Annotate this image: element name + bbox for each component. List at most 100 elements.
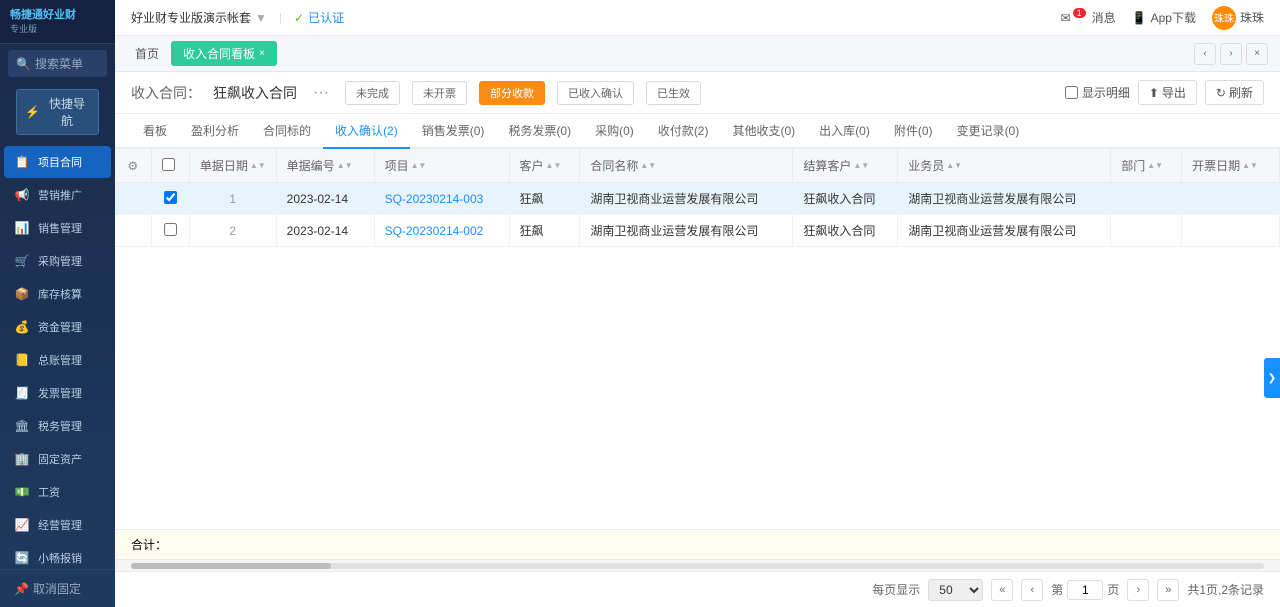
sidebar-item-payroll[interactable]: 💵 工资 — [4, 476, 111, 508]
tab-next-button[interactable]: › — [1220, 43, 1242, 65]
search-menu-button[interactable]: 🔍 搜索菜单 — [8, 50, 107, 77]
sidebar-item-funds[interactable]: 💰 资金管理 — [4, 311, 111, 343]
row2-checkbox-cell[interactable] — [151, 215, 189, 247]
first-page-button[interactable]: « — [991, 579, 1013, 601]
sidebar-item-inventory[interactable]: 📦 库存核算 — [4, 278, 111, 310]
refresh-button[interactable]: ↻ 刷新 — [1205, 80, 1264, 105]
row2-checkbox[interactable] — [164, 223, 177, 236]
invoice-date-column-header[interactable]: 开票日期 ▲▼ — [1182, 149, 1280, 183]
checkbox-column-header[interactable] — [151, 149, 189, 183]
show-detail-input[interactable] — [1065, 86, 1078, 99]
tab-close-all-button[interactable]: × — [1246, 43, 1268, 65]
message-button[interactable]: ✉ 1 消息 — [1061, 9, 1116, 26]
settlement-sort-arrows[interactable]: ▲▼ — [853, 162, 869, 170]
project-column-header[interactable]: 项目 ▲▼ — [374, 149, 509, 183]
next-page-button[interactable]: › — [1127, 579, 1149, 601]
subtab-tax-invoice[interactable]: 税务发票(0) — [496, 114, 583, 149]
home-tab[interactable]: 首页 — [127, 45, 167, 62]
subtab-purchase[interactable]: 采购(0) — [583, 114, 646, 149]
sidebar-search-area: 🔍 搜索菜单 — [0, 44, 115, 83]
unpin-button[interactable]: 📌 取消固定 — [6, 576, 109, 601]
right-sidebar-panel[interactable]: ❯ — [1264, 358, 1280, 398]
prev-page-button[interactable]: ‹ — [1021, 579, 1043, 601]
search-menu-label: 搜索菜单 — [35, 55, 83, 72]
sales-icon: 📊 — [14, 220, 30, 236]
horizontal-scrollbar[interactable] — [115, 559, 1280, 571]
sidebar-item-label: 库存核算 — [38, 286, 82, 302]
page-size-select[interactable]: 20 50 100 — [928, 579, 983, 601]
more-options-button[interactable]: ··· — [309, 84, 333, 102]
settings-column-header[interactable]: ⚙ — [115, 149, 151, 183]
user-avatar-button[interactable]: 珠珠 珠珠 — [1212, 6, 1264, 30]
right-panel-toggle[interactable]: ❯ — [1264, 358, 1280, 398]
subtab-attachment[interactable]: 附件(0) — [882, 114, 945, 149]
customer-column-header[interactable]: 客户 ▲▼ — [509, 149, 580, 183]
sidebar-item-procurement[interactable]: 🛒 采购管理 — [4, 245, 111, 277]
sidebar-item-sales[interactable]: 📊 销售管理 — [4, 212, 111, 244]
table-row[interactable]: 2 2023-02-14 SQ-20230214-002 狂飙 湖南卫视商业运营… — [115, 215, 1280, 247]
date-sort-arrows[interactable]: ▲▼ — [250, 162, 266, 170]
subtab-kanban[interactable]: 看板 — [131, 114, 179, 149]
last-page-button[interactable]: » — [1157, 579, 1179, 601]
quick-nav-area: ⚡ 快捷导航 — [0, 83, 115, 145]
contract-board-tab[interactable]: 收入合同看板 × — [171, 41, 277, 66]
subtab-profit[interactable]: 盈利分析 — [179, 114, 251, 149]
subtab-revenue-confirm[interactable]: 收入确认(2) — [323, 114, 410, 149]
page-input[interactable] — [1067, 580, 1103, 600]
invoice-date-sort-arrows[interactable]: ▲▼ — [1242, 162, 1258, 170]
salesperson-sort-arrows[interactable]: ▲▼ — [946, 162, 962, 170]
show-detail-label: 显示明细 — [1082, 84, 1130, 101]
sidebar-item-invoice[interactable]: 🧾 发票管理 — [4, 377, 111, 409]
contract-name-sort-arrows[interactable]: ▲▼ — [640, 162, 656, 170]
pagination-summary: 共1页,2条记录 — [1187, 581, 1264, 598]
sidebar-item-project-contract[interactable]: 📋 项目合同 — [4, 146, 111, 178]
salesperson-column-header[interactable]: 业务员 ▲▼ — [898, 149, 1111, 183]
sidebar-item-expense[interactable]: 🔄 小畅报销 — [4, 542, 111, 569]
show-detail-checkbox[interactable]: 显示明细 — [1065, 84, 1130, 101]
subtab-payment[interactable]: 收付款(2) — [646, 114, 721, 149]
subtab-target[interactable]: 合同标的 — [251, 114, 323, 149]
contract-name-column-header[interactable]: 合同名称 ▲▼ — [580, 149, 793, 183]
select-all-checkbox[interactable] — [162, 158, 175, 171]
subtab-stock[interactable]: 出入库(0) — [807, 114, 882, 149]
sidebar-item-fixed-assets[interactable]: 🏢 固定资产 — [4, 443, 111, 475]
row1-checkbox[interactable] — [164, 191, 177, 204]
settlement-customer-column-header[interactable]: 结算客户 ▲▼ — [793, 149, 898, 183]
settings-icon[interactable]: ⚙ — [127, 159, 138, 173]
subtab-other[interactable]: 其他收支(0) — [720, 114, 807, 149]
row1-number-link[interactable]: SQ-20230214-003 — [385, 192, 484, 206]
status-confirmed-button[interactable]: 已收入确认 — [557, 81, 634, 105]
department-sort-arrows[interactable]: ▲▼ — [1147, 162, 1163, 170]
subtab-sales-invoice[interactable]: 销售发票(0) — [410, 114, 497, 149]
number-sort-arrows[interactable]: ▲▼ — [337, 162, 353, 170]
status-active-button[interactable]: 已生效 — [646, 81, 701, 105]
sidebar-item-general-ledger[interactable]: 📒 总账管理 — [4, 344, 111, 376]
status-partial-button[interactable]: 部分收款 — [479, 81, 545, 105]
app-download-button[interactable]: 📱 App下载 — [1132, 9, 1196, 26]
status-incomplete-button[interactable]: 未完成 — [345, 81, 400, 105]
customer-sort-arrows[interactable]: ▲▼ — [546, 162, 562, 170]
sidebar-item-marketing[interactable]: 📢 营销推广 — [4, 179, 111, 211]
quick-nav-button[interactable]: ⚡ 快捷导航 — [16, 89, 99, 135]
export-button[interactable]: ⬆ 导出 — [1138, 80, 1197, 105]
row2-number-cell[interactable]: SQ-20230214-002 — [374, 215, 509, 247]
date-column-header[interactable]: 单据日期 ▲▼ — [189, 149, 276, 183]
number-column-header[interactable]: 单据编号 ▲▼ — [276, 149, 374, 183]
row1-checkbox-cell[interactable] — [151, 183, 189, 215]
subtab-change-log[interactable]: 变更记录(0) — [945, 114, 1032, 149]
export-icon: ⬆ — [1149, 86, 1159, 100]
status-noinvoice-button[interactable]: 未开票 — [412, 81, 467, 105]
sidebar-item-tax[interactable]: 🏛 税务管理 — [4, 410, 111, 442]
sidebar-item-label: 营销推广 — [38, 187, 82, 203]
row1-number-cell[interactable]: SQ-20230214-003 — [374, 183, 509, 215]
sidebar-item-label: 资金管理 — [38, 319, 82, 335]
department-column-header[interactable]: 部门 ▲▼ — [1111, 149, 1182, 183]
tab-close-button[interactable]: × — [259, 48, 265, 59]
tab-prev-button[interactable]: ‹ — [1194, 43, 1216, 65]
table-row[interactable]: 1 2023-02-14 SQ-20230214-003 狂飙 湖南卫视商业运营… — [115, 183, 1280, 215]
scrollbar-thumb[interactable] — [131, 563, 331, 569]
company-selector[interactable]: 好业财专业版演示帐套 ▼ — [131, 9, 267, 26]
project-sort-arrows[interactable]: ▲▼ — [411, 162, 427, 170]
row2-number-link[interactable]: SQ-20230214-002 — [385, 224, 484, 238]
sidebar-item-operations[interactable]: 📈 经营管理 — [4, 509, 111, 541]
